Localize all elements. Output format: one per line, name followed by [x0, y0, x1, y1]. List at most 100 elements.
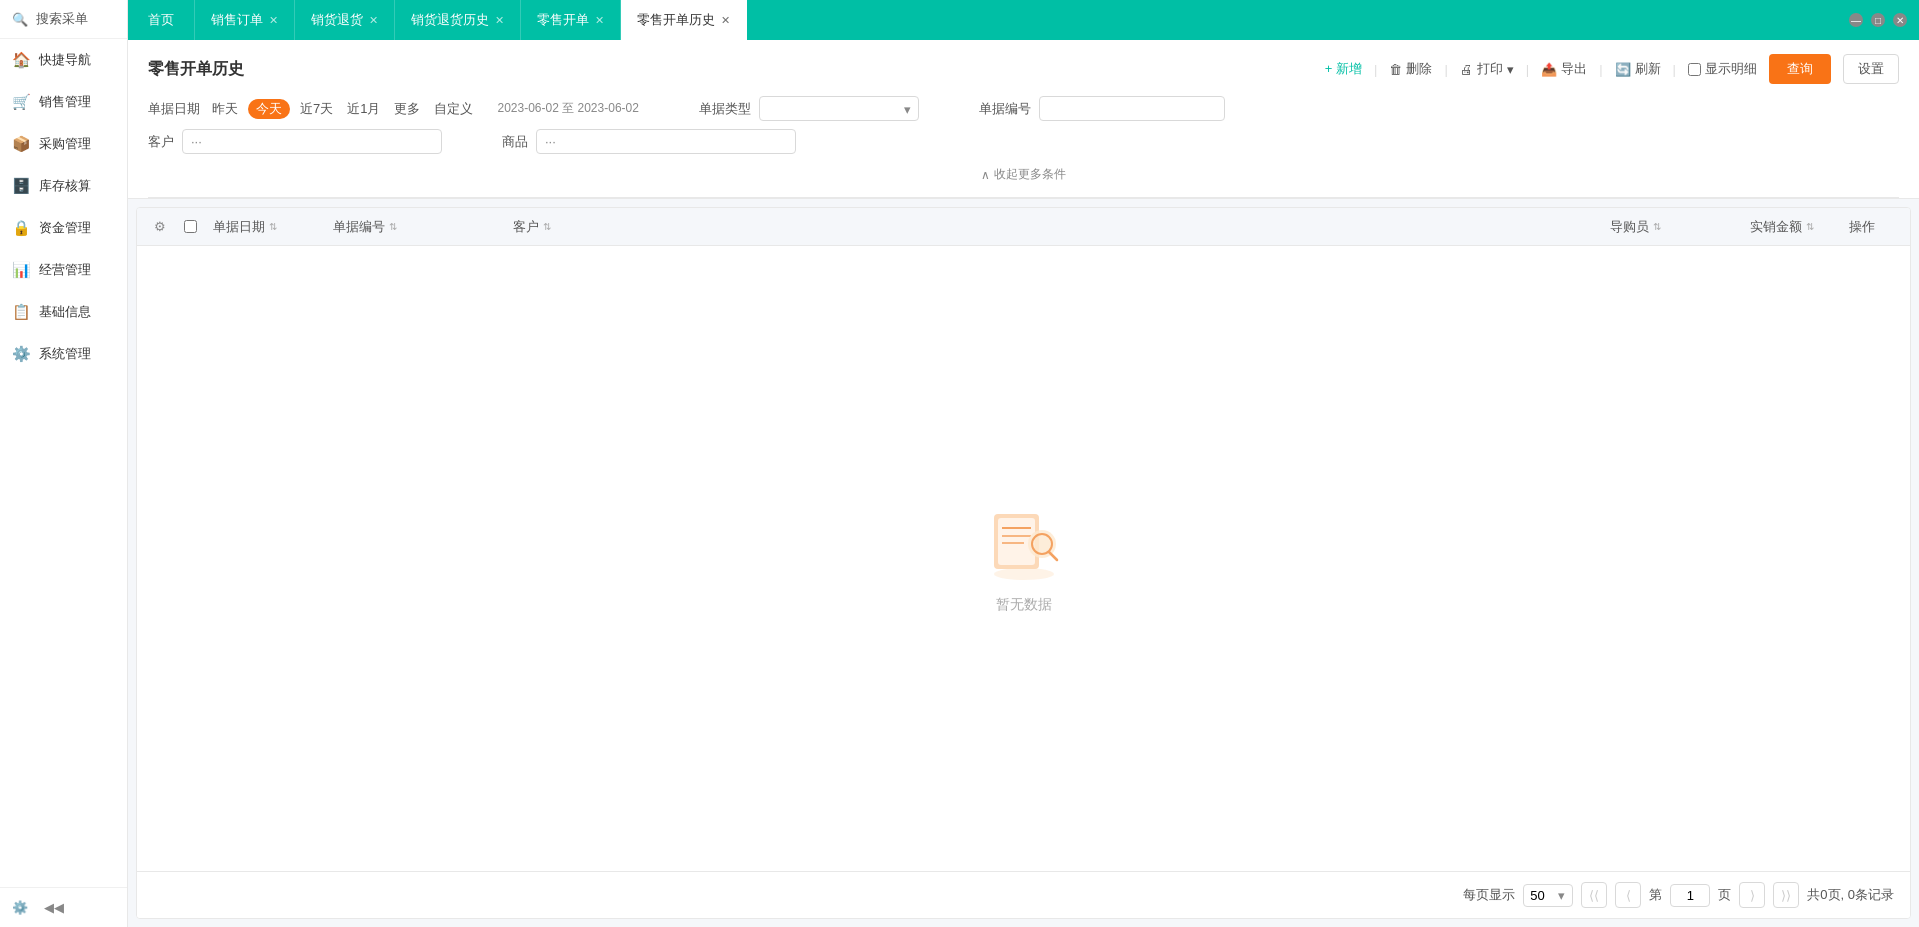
goods-label: 商品 — [502, 133, 528, 151]
main-area: 首页 销售订单 ✕ 销货退货 ✕ 销货退货历史 ✕ 零售开单 ✕ 零售开单历史 … — [128, 0, 1919, 927]
sidebar-item-basic-info[interactable]: 📋 基础信息 — [0, 291, 127, 333]
close-button[interactable]: ✕ — [1893, 13, 1907, 27]
sidebar-item-quick-nav[interactable]: 🏠 快捷导航 — [0, 39, 127, 81]
next-page-btn[interactable]: ⟩ — [1739, 882, 1765, 908]
close-icon[interactable]: ✕ — [721, 14, 730, 27]
sidebar-item-label: 销售管理 — [39, 93, 91, 111]
custom-btn[interactable]: 自定义 — [430, 99, 477, 119]
goods-field: 商品 ··· — [502, 129, 796, 154]
th-guide-label: 导购员 — [1610, 218, 1649, 236]
prev-page-btn[interactable]: ⟨ — [1615, 882, 1641, 908]
page-label-pre: 第 — [1649, 886, 1662, 904]
print-button[interactable]: 🖨 打印 ▾ — [1460, 60, 1514, 78]
export-button[interactable]: 📤 导出 — [1541, 60, 1587, 78]
date-shortcuts: 昨天 今天 近7天 近1月 更多 自定义 — [208, 99, 477, 119]
setting-button[interactable]: 设置 — [1843, 54, 1899, 84]
tab-home-label: 首页 — [148, 11, 174, 29]
minimize-button[interactable]: — — [1849, 13, 1863, 27]
tab-sales-order[interactable]: 销售订单 ✕ — [195, 0, 295, 40]
tab-retail-open[interactable]: 零售开单 ✕ — [521, 0, 621, 40]
th-bill-no-label: 单据编号 — [333, 218, 385, 236]
package-icon: 📦 — [12, 135, 31, 153]
th-amount-label: 实销金额 — [1750, 218, 1802, 236]
page-size-select[interactable]: 50 10 20 100 — [1523, 884, 1573, 907]
collapse-filter-btn[interactable]: ∧ 收起更多条件 — [148, 162, 1899, 187]
shopping-cart-icon: 🛒 — [12, 93, 31, 111]
tab-sales-return-history[interactable]: 销货退货历史 ✕ — [395, 0, 521, 40]
query-button[interactable]: 查询 — [1769, 54, 1831, 84]
close-icon[interactable]: ✕ — [369, 14, 378, 27]
refresh-icon: 🔄 — [1615, 62, 1631, 77]
last-page-btn[interactable]: ⟩⟩ — [1773, 882, 1799, 908]
svg-line-8 — [1049, 552, 1057, 560]
refresh-button[interactable]: 🔄 刷新 — [1615, 60, 1661, 78]
customer-input[interactable]: ··· — [182, 129, 442, 154]
gear-icon[interactable]: ⚙️ — [12, 900, 28, 915]
tab-label: 销货退货历史 — [411, 11, 489, 29]
page-title: 零售开单历史 — [148, 59, 244, 80]
date-filter-field: 单据日期 昨天 今天 近7天 近1月 更多 自定义 — [148, 99, 477, 119]
bill-no-field: 单据编号 — [979, 96, 1225, 121]
toolbar: + 新增 | 🗑 删除 | 🖨 打印 ▾ | 📤 导出 — [1325, 54, 1899, 84]
date-range: 2023-06-02 至 2023-06-02 — [497, 100, 638, 117]
page-header: 零售开单历史 + 新增 | 🗑 删除 | 🖨 打印 ▾ | — [128, 40, 1919, 199]
add-button[interactable]: + 新增 — [1325, 60, 1362, 78]
tab-bar: 首页 销售订单 ✕ 销货退货 ✕ 销货退货历史 ✕ 零售开单 ✕ 零售开单历史 … — [128, 0, 1919, 40]
page-size-wrapper: 50 10 20 100 — [1523, 884, 1573, 907]
bill-type-label: 单据类型 — [699, 100, 751, 118]
close-icon[interactable]: ✕ — [269, 14, 278, 27]
display-detail-input[interactable] — [1688, 63, 1701, 76]
last-month-btn[interactable]: 近1月 — [343, 99, 384, 119]
tab-label: 零售开单历史 — [637, 11, 715, 29]
delete-button[interactable]: 🗑 删除 — [1389, 60, 1432, 78]
last7-btn[interactable]: 近7天 — [296, 99, 337, 119]
th-gear[interactable]: ⚙ — [145, 219, 175, 234]
home-icon: 🏠 — [12, 51, 31, 69]
collapse-up-icon: ∧ — [981, 168, 990, 182]
sidebar-item-sys-mgmt[interactable]: ⚙️ 系统管理 — [0, 333, 127, 375]
close-icon[interactable]: ✕ — [595, 14, 604, 27]
sidebar-item-purchase-mgmt[interactable]: 📦 采购管理 — [0, 123, 127, 165]
display-detail-checkbox[interactable]: 显示明细 — [1688, 60, 1757, 78]
select-all-checkbox[interactable] — [184, 220, 197, 233]
filter-row-1: 单据日期 昨天 今天 近7天 近1月 更多 自定义 2023-06-02 至 2… — [148, 96, 1899, 121]
th-amount[interactable]: 实销金额 ⇅ — [1722, 218, 1822, 236]
th-guide[interactable]: 导购员 ⇅ — [1602, 218, 1722, 236]
sidebar-item-label: 快捷导航 — [39, 51, 91, 69]
settings-icon: ⚙️ — [12, 345, 31, 363]
sidebar-search[interactable]: 🔍 搜索采单 — [0, 0, 127, 39]
th-customer[interactable]: 客户 ⇅ — [505, 218, 1602, 236]
bill-type-select[interactable] — [759, 96, 919, 121]
th-checkbox[interactable] — [175, 220, 205, 233]
sidebar-item-label: 库存核算 — [39, 177, 91, 195]
close-icon[interactable]: ✕ — [495, 14, 504, 27]
th-bill-no[interactable]: 单据编号 ⇅ — [325, 218, 505, 236]
sidebar-item-inventory[interactable]: 🗄️ 库存核算 — [0, 165, 127, 207]
maximize-button[interactable]: □ — [1871, 13, 1885, 27]
first-page-btn[interactable]: ⟨⟨ — [1581, 882, 1607, 908]
yesterday-btn[interactable]: 昨天 — [208, 99, 242, 119]
sidebar-item-sales-mgmt[interactable]: 🛒 销售管理 — [0, 81, 127, 123]
bill-no-label: 单据编号 — [979, 100, 1031, 118]
tab-home[interactable]: 首页 — [128, 0, 195, 40]
empty-text: 暂无数据 — [996, 596, 1052, 614]
tab-sales-return[interactable]: 销货退货 ✕ — [295, 0, 395, 40]
th-customer-label: 客户 — [513, 218, 539, 236]
chart-icon: 📊 — [12, 261, 31, 279]
goods-input[interactable]: ··· — [536, 129, 796, 154]
bill-type-select-wrapper — [759, 96, 919, 121]
page-input[interactable]: 1 — [1670, 884, 1710, 907]
pagination: 每页显示 50 10 20 100 ⟨⟨ ⟨ 第 1 页 ⟩ ⟩⟩ 共0页, 0… — [137, 871, 1910, 918]
sidebar-bottom: ⚙️ ◀◀ — [0, 887, 127, 927]
sidebar-item-ops-mgmt[interactable]: 📊 经营管理 — [0, 249, 127, 291]
sort-icon: ⇅ — [269, 221, 277, 232]
sort-icon: ⇅ — [1806, 221, 1814, 232]
th-date[interactable]: 单据日期 ⇅ — [205, 218, 325, 236]
sidebar-item-finance[interactable]: 🔒 资金管理 — [0, 207, 127, 249]
more-btn[interactable]: 更多 — [390, 99, 424, 119]
today-btn[interactable]: 今天 — [248, 99, 290, 119]
collapse-sidebar-icon[interactable]: ◀◀ — [44, 900, 64, 915]
tab-label: 销货退货 — [311, 11, 363, 29]
tab-retail-open-history[interactable]: 零售开单历史 ✕ — [621, 0, 747, 40]
bill-no-input[interactable] — [1039, 96, 1225, 121]
